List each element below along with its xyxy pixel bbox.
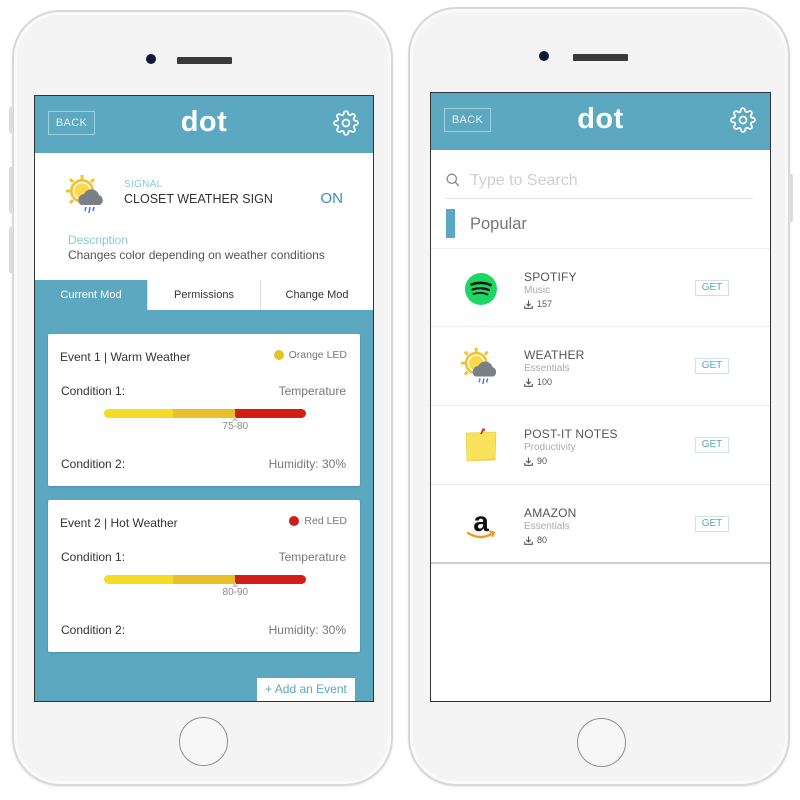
download-count-value: 80 [537, 535, 548, 545]
condition-1-label: Condition 1: [61, 550, 126, 564]
gear-icon[interactable] [333, 110, 359, 136]
list-item[interactable]: a AMAZON Essentials 80 GET [431, 485, 770, 564]
sticky-note-icon [465, 428, 497, 462]
temperature-range-slider[interactable] [104, 575, 306, 584]
range-segment-hot [235, 409, 306, 418]
led-indicator: Orange LED [273, 349, 347, 361]
tab-permissions[interactable]: Permissions [147, 280, 260, 310]
app-category: Music [524, 285, 551, 296]
led-color-dot [273, 350, 284, 360]
add-event-button[interactable]: + Add an Event [257, 678, 355, 701]
volume-down-button [9, 227, 13, 273]
search-bar [445, 163, 753, 199]
signal-info-panel: SIGNAL CLOSET WEATHER SIGN ON Descriptio… [35, 153, 373, 280]
app-header: BACK dot [35, 96, 373, 153]
condition-2-value: Humidity: 30% [268, 457, 346, 471]
weather-icon [460, 347, 497, 385]
condition-2-label: Condition 2: [61, 457, 126, 471]
signal-name: CLOSET WEATHER SIGN [124, 192, 273, 206]
get-button[interactable]: GET [695, 358, 729, 374]
range-segment-hot [235, 575, 306, 584]
download-icon [524, 377, 533, 387]
volume-up-button [9, 167, 13, 213]
app-category: Essentials [524, 521, 570, 532]
download-count-value: 90 [537, 456, 548, 466]
download-count: 100 [524, 377, 552, 387]
power-button [789, 174, 793, 222]
app-title: dot [577, 103, 624, 135]
led-indicator: Red LED [289, 515, 347, 527]
app-name: SPOTIFY [524, 270, 577, 284]
event-title: Event 1 | Warm Weather [60, 350, 191, 364]
list-item[interactable]: SPOTIFY Music 157 GET [431, 248, 770, 327]
gear-icon[interactable] [730, 107, 756, 133]
tab-change-mod[interactable]: Change Mod [260, 280, 373, 310]
mute-switch [9, 107, 13, 133]
earpiece-speaker [573, 54, 628, 61]
tab-current-mod[interactable]: Current Mod [35, 280, 147, 310]
event-title: Event 2 | Hot Weather [60, 516, 178, 530]
download-icon [524, 535, 533, 545]
download-icon [524, 456, 533, 466]
app-name: WEATHER [524, 348, 585, 362]
condition-1-value: Temperature [278, 550, 346, 564]
app-category: Productivity [524, 442, 576, 453]
download-count: 80 [524, 535, 547, 545]
app-name: POST-IT NOTES [524, 427, 618, 441]
front-camera [146, 54, 156, 64]
list-item[interactable]: POST-IT NOTES Productivity 90 GET [431, 406, 770, 485]
search-input[interactable] [470, 168, 740, 194]
phone-frame-right: BACK dot Popular [408, 7, 793, 786]
get-button[interactable]: GET [695, 280, 729, 296]
section-title-popular: Popular [470, 215, 527, 233]
app-list: SPOTIFY Music 157 GET WEATHER Essentials… [431, 248, 770, 564]
download-count-value: 157 [537, 299, 553, 309]
event-card[interactable]: Event 1 | Warm Weather Orange LED Condit… [48, 334, 360, 486]
spotify-icon [465, 273, 497, 305]
front-camera [539, 51, 549, 61]
app-category: Essentials [524, 363, 570, 374]
range-segment-warm [172, 409, 236, 418]
condition-1-label: Condition 1: [61, 384, 126, 398]
earpiece-speaker [177, 57, 232, 64]
amazon-icon: a [466, 507, 496, 539]
range-segment-cool [104, 575, 173, 584]
get-button[interactable]: GET [695, 516, 729, 532]
condition-2-label: Condition 2: [61, 623, 126, 637]
app-title: dot [180, 106, 228, 138]
list-item[interactable]: WEATHER Essentials 100 GET [431, 327, 770, 406]
led-label: Red LED [304, 515, 347, 527]
home-button [577, 718, 626, 767]
mod-tabs: Current Mod Permissions Change Mod [35, 280, 373, 310]
led-color-dot [289, 516, 300, 526]
screen-app-store: BACK dot Popular [430, 92, 771, 702]
download-icon [524, 299, 533, 309]
condition-2-value: Humidity: 30% [268, 623, 346, 637]
description-text: Changes color depending on weather condi… [68, 248, 325, 262]
get-button[interactable]: GET [695, 437, 729, 453]
temperature-range-slider[interactable] [104, 409, 306, 418]
search-icon [446, 173, 460, 187]
home-button [179, 717, 228, 766]
event-card[interactable]: Event 2 | Hot Weather Red LED Condition … [48, 500, 360, 652]
svg-text:a: a [473, 507, 489, 537]
signal-status-toggle[interactable]: ON [321, 190, 344, 207]
range-value-label: 80-90 [222, 587, 249, 598]
description-label: Description [68, 233, 129, 247]
section-marker [446, 209, 455, 238]
phone-frame-left: BACK dot SIGNAL CLOSET WEATHER SIGN ON D… [9, 10, 393, 786]
download-count: 90 [524, 456, 547, 466]
screen-signal-detail: BACK dot SIGNAL CLOSET WEATHER SIGN ON D… [34, 95, 374, 702]
app-name: AMAZON [524, 506, 577, 520]
range-segment-cool [104, 409, 173, 418]
led-label: Orange LED [288, 349, 347, 361]
condition-1-value: Temperature [278, 384, 346, 398]
range-value-label: 75-80 [222, 421, 249, 432]
download-count-value: 100 [537, 377, 553, 387]
range-segment-warm [172, 575, 236, 584]
download-count: 157 [524, 299, 552, 309]
signal-label: SIGNAL [124, 179, 163, 190]
app-header: BACK dot [431, 93, 770, 150]
weather-partly-cloudy-rain-icon [66, 175, 103, 214]
